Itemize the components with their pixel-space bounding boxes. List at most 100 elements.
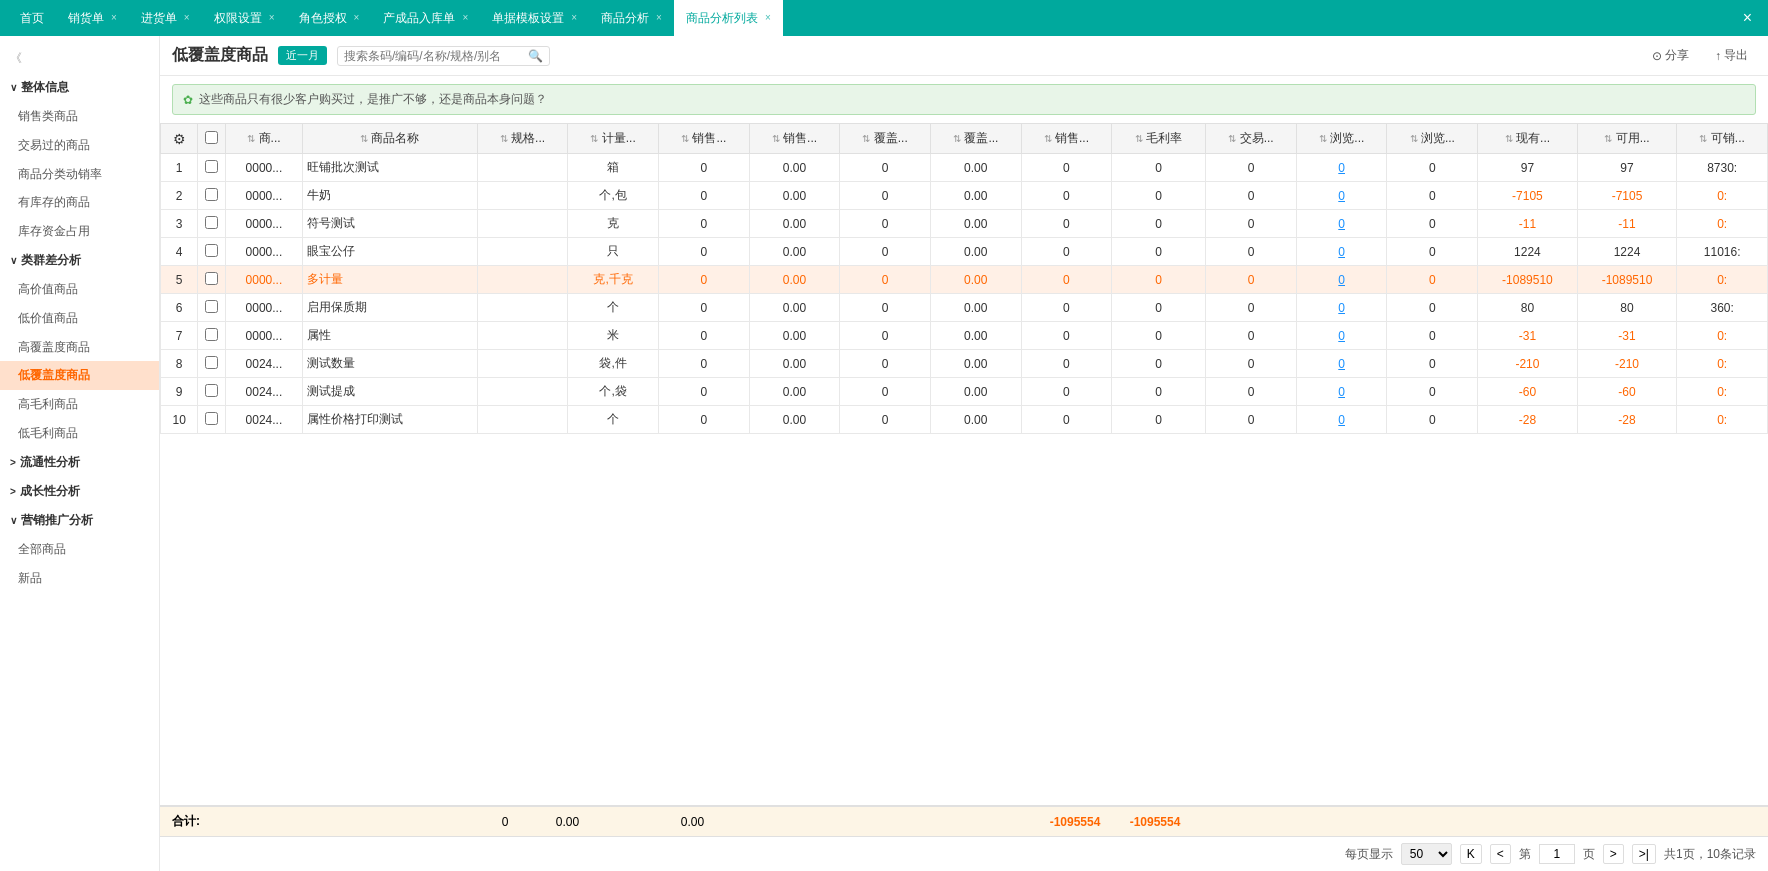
sidebar-item-stock-capital[interactable]: 库存资金占用 <box>0 217 159 246</box>
col-gear[interactable]: ⚙ <box>161 124 198 154</box>
nav-permissions[interactable]: 权限设置 × <box>202 0 287 36</box>
time-badge[interactable]: 近一月 <box>278 46 327 65</box>
nav-product-storage[interactable]: 产成品入库单 × <box>371 0 480 36</box>
nav-product-analysis[interactable]: 商品分析 × <box>589 0 674 36</box>
share-button[interactable]: ⊙ 分享 <box>1644 44 1697 67</box>
close-icon[interactable]: × <box>354 0 360 36</box>
col-current[interactable]: ⇅ 现有... <box>1478 124 1578 154</box>
close-icon[interactable]: × <box>571 0 577 36</box>
browse1-link[interactable]: 0 <box>1338 161 1345 175</box>
last-page-button[interactable]: >| <box>1632 844 1656 864</box>
browse1-link[interactable]: 0 <box>1338 301 1345 315</box>
prev-page-button[interactable]: < <box>1490 844 1511 864</box>
page-number-input[interactable] <box>1539 844 1575 864</box>
browse1-link[interactable]: 0 <box>1338 273 1345 287</box>
row-checkbox[interactable] <box>205 384 218 397</box>
col-available[interactable]: ⇅ 可用... <box>1577 124 1677 154</box>
select-all-checkbox[interactable] <box>205 131 218 144</box>
cell-spec <box>477 378 568 406</box>
next-page-button[interactable]: > <box>1603 844 1624 864</box>
cell-browse1[interactable]: 0 <box>1296 238 1387 266</box>
cell-browse1[interactable]: 0 <box>1296 350 1387 378</box>
sidebar-group-growth[interactable]: > 成长性分析 <box>0 477 159 506</box>
col-sales-qty[interactable]: ⇅ 销售... <box>658 124 749 154</box>
sidebar-item-high-coverage[interactable]: 高覆盖度商品 <box>0 333 159 362</box>
col-sales3[interactable]: ⇅ 销售... <box>1021 124 1112 154</box>
col-browse1[interactable]: ⇅ 浏览... <box>1296 124 1387 154</box>
export-button[interactable]: ↑ 导出 <box>1707 44 1756 67</box>
browse1-link[interactable]: 0 <box>1338 245 1345 259</box>
sidebar-group-flow[interactable]: > 流通性分析 <box>0 448 159 477</box>
cell-browse1[interactable]: 0 <box>1296 182 1387 210</box>
cell-browse1[interactable]: 0 <box>1296 406 1387 434</box>
sidebar-item-all-goods[interactable]: 全部商品 <box>0 535 159 564</box>
cell-browse1[interactable]: 0 <box>1296 322 1387 350</box>
col-gross[interactable]: ⇅ 毛利率 <box>1112 124 1206 154</box>
nav-sales[interactable]: 销货单 × <box>56 0 129 36</box>
browse1-link[interactable]: 0 <box>1338 413 1345 427</box>
gear-icon[interactable]: ⚙ <box>173 131 186 147</box>
col-cover2[interactable]: ⇅ 覆盖... <box>930 124 1021 154</box>
nav-roles[interactable]: 角色授权 × <box>287 0 372 36</box>
browse1-link[interactable]: 0 <box>1338 385 1345 399</box>
row-checkbox[interactable] <box>205 216 218 229</box>
col-name[interactable]: ⇅ 商品名称 <box>302 124 477 154</box>
browse1-link[interactable]: 0 <box>1338 189 1345 203</box>
cell-browse1[interactable]: 0 <box>1296 378 1387 406</box>
table-container[interactable]: ⚙ ⇅ 商... ⇅ 商品名称 ⇅ 规格... ⇅ 计量... ⇅ 销售... … <box>160 123 1768 805</box>
close-icon[interactable]: × <box>184 0 190 36</box>
cell-available: -28 <box>1577 406 1677 434</box>
sidebar-item-traded-goods[interactable]: 交易过的商品 <box>0 131 159 160</box>
row-checkbox[interactable] <box>205 356 218 369</box>
close-all-button[interactable]: × <box>1735 9 1760 27</box>
browse1-link[interactable]: 0 <box>1338 217 1345 231</box>
row-checkbox[interactable] <box>205 328 218 341</box>
col-browse2[interactable]: ⇅ 浏览... <box>1387 124 1478 154</box>
cell-browse1[interactable]: 0 <box>1296 266 1387 294</box>
cell-browse1[interactable]: 0 <box>1296 210 1387 238</box>
close-icon[interactable]: × <box>656 0 662 36</box>
nav-home[interactable]: 首页 <box>8 0 56 36</box>
close-icon[interactable]: × <box>765 0 771 36</box>
col-trade[interactable]: ⇅ 交易... <box>1206 124 1297 154</box>
cell-browse1[interactable]: 0 <box>1296 294 1387 322</box>
sidebar-group-class-analysis[interactable]: ∨ 类群差分析 <box>0 246 159 275</box>
col-sellable[interactable]: ⇅ 可销... <box>1677 124 1768 154</box>
col-unit[interactable]: ⇅ 计量... <box>568 124 659 154</box>
first-page-button[interactable]: K <box>1460 844 1482 864</box>
nav-purchase[interactable]: 进货单 × <box>129 0 202 36</box>
sidebar-group-marketing[interactable]: ∨ 营销推广分析 <box>0 506 159 535</box>
sidebar-item-high-value[interactable]: 高价值商品 <box>0 275 159 304</box>
search-input[interactable] <box>344 49 524 63</box>
row-checkbox[interactable] <box>205 300 218 313</box>
sidebar-item-new-goods[interactable]: 新品 <box>0 564 159 593</box>
page-size-select[interactable]: 50 100 200 <box>1401 843 1452 865</box>
col-code[interactable]: ⇅ 商... <box>226 124 302 154</box>
row-checkbox[interactable] <box>205 244 218 257</box>
sidebar-item-low-margin[interactable]: 低毛利商品 <box>0 419 159 448</box>
cell-browse1[interactable]: 0 <box>1296 154 1387 182</box>
search-icon[interactable]: 🔍 <box>528 49 543 63</box>
col-cover1[interactable]: ⇅ 覆盖... <box>840 124 931 154</box>
row-checkbox[interactable] <box>205 188 218 201</box>
sidebar-item-in-stock[interactable]: 有库存的商品 <box>0 188 159 217</box>
nav-product-analysis-list[interactable]: 商品分析列表 × <box>674 0 783 36</box>
sidebar-item-low-value[interactable]: 低价值商品 <box>0 304 159 333</box>
browse1-link[interactable]: 0 <box>1338 357 1345 371</box>
sidebar-item-high-margin[interactable]: 高毛利商品 <box>0 390 159 419</box>
browse1-link[interactable]: 0 <box>1338 329 1345 343</box>
sidebar-group-overall[interactable]: ∨ 整体信息 <box>0 73 159 102</box>
close-icon[interactable]: × <box>111 0 117 36</box>
sidebar-item-low-coverage[interactable]: 低覆盖度商品 <box>0 361 159 390</box>
col-sales-amt[interactable]: ⇅ 销售... <box>749 124 840 154</box>
row-checkbox[interactable] <box>205 412 218 425</box>
sidebar-item-category-sales[interactable]: 商品分类动销率 <box>0 160 159 189</box>
close-icon[interactable]: × <box>462 0 468 36</box>
row-checkbox[interactable] <box>205 272 218 285</box>
sidebar-collapse-button[interactable]: 《 <box>0 44 159 73</box>
close-icon[interactable]: × <box>269 0 275 36</box>
row-checkbox[interactable] <box>205 160 218 173</box>
nav-template[interactable]: 单据模板设置 × <box>480 0 589 36</box>
col-spec[interactable]: ⇅ 规格... <box>477 124 568 154</box>
sidebar-item-sales-goods[interactable]: 销售类商品 <box>0 102 159 131</box>
